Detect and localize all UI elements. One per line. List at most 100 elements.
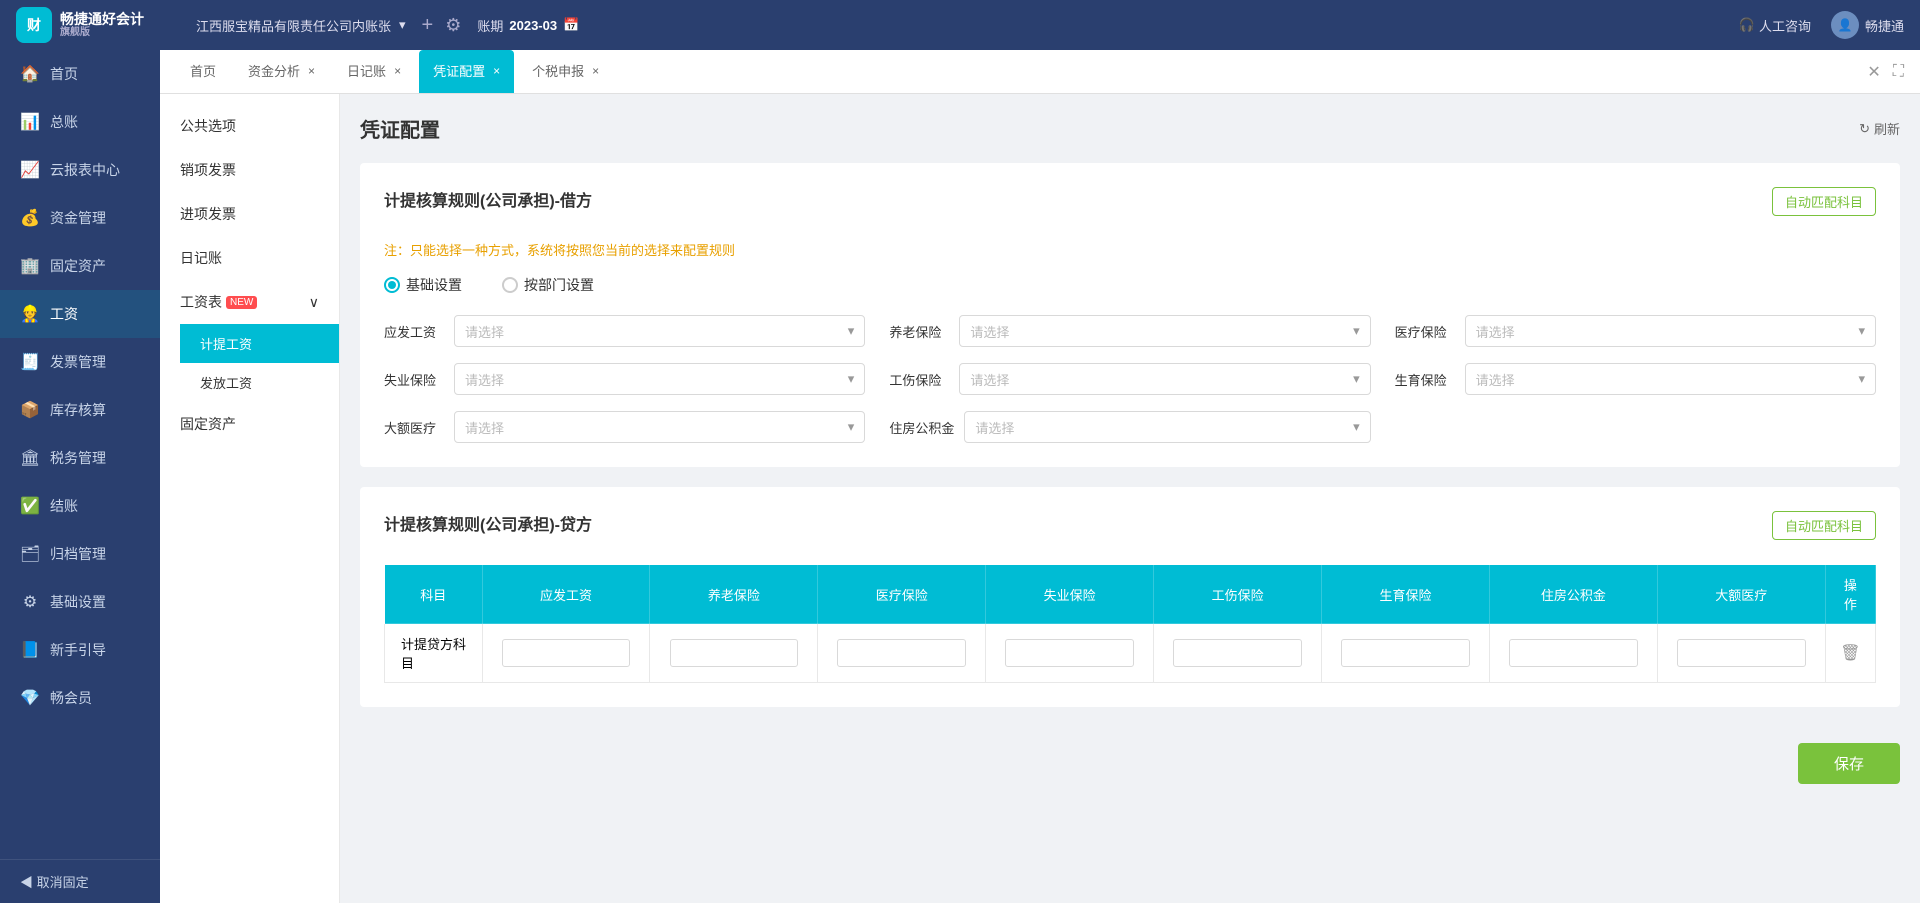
- sidebar-item-home[interactable]: 🏠 首页: [0, 50, 160, 98]
- input-work-injury[interactable]: [1173, 639, 1302, 667]
- period-value: 2023-03: [509, 18, 557, 33]
- radio-group: 基础设置 按部门设置: [384, 275, 1876, 295]
- th-housing-fund: 住房公积金: [1489, 565, 1657, 624]
- td-row-label: 计提贷方科目: [385, 624, 483, 683]
- guide-icon: 📘: [20, 640, 40, 660]
- delete-row-icon[interactable]: 🗑: [1840, 645, 1860, 662]
- left-menu-public[interactable]: 公共选项: [160, 104, 339, 148]
- field-medical-select[interactable]: 请选择 ▾: [1465, 315, 1876, 347]
- field-housing-fund-label: 住房公积金: [889, 418, 954, 437]
- period-selector[interactable]: 账期 2023-03 📅: [477, 16, 579, 35]
- left-menu-purchase-invoice[interactable]: 进项发票: [160, 192, 339, 236]
- field-base-salary-select[interactable]: 请选择 ▾: [454, 315, 865, 347]
- field-work-injury-select[interactable]: 请选择 ▾: [959, 363, 1370, 395]
- sidebar-item-invoice[interactable]: 🧾 发票管理: [0, 338, 160, 386]
- input-unemployment[interactable]: [1005, 639, 1134, 667]
- tab-home[interactable]: 首页: [176, 50, 230, 93]
- sidebar-item-assets[interactable]: 🏢 固定资产: [0, 242, 160, 290]
- sidebar-item-vip[interactable]: 💎 畅会员: [0, 674, 160, 722]
- tab-journal-close[interactable]: ×: [394, 64, 401, 78]
- td-base-salary-input: [482, 624, 650, 683]
- save-button[interactable]: 保存: [1798, 743, 1900, 784]
- field-maternity-select[interactable]: 请选择 ▾: [1465, 363, 1876, 395]
- refresh-button[interactable]: ↻ 刷新: [1859, 119, 1900, 138]
- field-unemployment-select[interactable]: 请选择 ▾: [454, 363, 865, 395]
- tab-expand-icon[interactable]: ⛶: [1893, 63, 1904, 81]
- field-housing-fund-placeholder: 请选择: [975, 418, 1014, 437]
- credit-auto-match-button[interactable]: 自动匹配科目: [1772, 511, 1876, 540]
- radio-basic[interactable]: 基础设置: [384, 275, 462, 295]
- radio-department[interactable]: 按部门设置: [502, 275, 594, 295]
- user-menu[interactable]: 👤 畅捷通: [1831, 11, 1904, 39]
- tab-journal[interactable]: 日记账 ×: [333, 50, 415, 93]
- sidebar-label-settings: 基础设置: [50, 592, 106, 612]
- company-name: 江西服宝精品有限责任公司内账张: [196, 16, 391, 35]
- field-housing-fund-select[interactable]: 请选择 ▾: [964, 411, 1370, 443]
- company-selector[interactable]: 江西服宝精品有限责任公司内账张 ▾: [196, 16, 406, 35]
- sidebar-item-inventory[interactable]: 📦 库存核算: [0, 386, 160, 434]
- input-maternity[interactable]: [1341, 639, 1470, 667]
- field-pension: 养老保险 请选择 ▾: [889, 315, 1370, 347]
- tab-close-all-icon[interactable]: ✕: [1867, 62, 1880, 82]
- tab-voucher-config-close[interactable]: ×: [493, 64, 500, 78]
- field-base-salary: 应发工资 请选择 ▾: [384, 315, 865, 347]
- debit-form-grid: 应发工资 请选择 ▾ 养老保险 请选择 ▾: [384, 315, 1876, 443]
- payroll-icon: 👷: [20, 304, 40, 324]
- field-pension-select[interactable]: 请选择 ▾: [959, 315, 1370, 347]
- tab-bar-actions: ✕ ⛶: [1867, 62, 1904, 82]
- sidebar-label-assets: 固定资产: [50, 256, 106, 276]
- sidebar-item-closing[interactable]: ✅ 结账: [0, 482, 160, 530]
- logo-icon: 财: [16, 7, 52, 43]
- credit-table: 科目 应发工资 养老保险 医疗保险 失业保险 工伤保险 生育保险 住房公积金 大…: [384, 564, 1876, 683]
- tab-voucher-config[interactable]: 凭证配置 ×: [419, 50, 514, 93]
- left-menu-sales-invoice[interactable]: 销项发票: [160, 148, 339, 192]
- select-arrow-housing-icon: ▾: [1353, 419, 1360, 435]
- add-button[interactable]: +: [422, 14, 434, 37]
- sidebar-item-tax[interactable]: 🏛 税务管理: [0, 434, 160, 482]
- left-menu-public-label: 公共选项: [180, 118, 236, 134]
- debit-section-title: 计提核算规则(公司承担)-借方: [384, 187, 592, 211]
- input-major-medical[interactable]: [1677, 639, 1806, 667]
- th-maternity: 生育保险: [1322, 565, 1490, 624]
- left-menu-payroll-issue[interactable]: 发放工资: [180, 363, 339, 402]
- cancel-fixed-button[interactable]: ◀ 取消固定: [0, 859, 160, 903]
- input-base-salary[interactable]: [502, 639, 631, 667]
- input-pension[interactable]: [670, 639, 799, 667]
- sidebar-item-payroll[interactable]: 👷 工资: [0, 290, 160, 338]
- consult-label: 人工咨询: [1759, 16, 1811, 35]
- select-arrow-major-medical-icon: ▾: [848, 419, 855, 435]
- payroll-chevron-icon: ∨: [309, 294, 319, 311]
- td-housing-input: [1489, 624, 1657, 683]
- debit-auto-match-button[interactable]: 自动匹配科目: [1772, 187, 1876, 216]
- sidebar-label-vip: 畅会员: [50, 688, 92, 708]
- sidebar-item-settings[interactable]: ⚙ 基础设置: [0, 578, 160, 626]
- consult-button[interactable]: 🎧 人工咨询: [1739, 16, 1811, 35]
- sidebar-item-ledger[interactable]: 📊 总账: [0, 98, 160, 146]
- input-housing[interactable]: [1509, 639, 1638, 667]
- tab-individual-tax[interactable]: 个税申报 ×: [518, 50, 613, 93]
- field-major-medical-select[interactable]: 请选择 ▾: [454, 411, 865, 443]
- field-major-medical: 大额医疗 请选择 ▾: [384, 411, 865, 443]
- sidebar-item-funds[interactable]: 💰 资金管理: [0, 194, 160, 242]
- input-medical[interactable]: [837, 639, 966, 667]
- tab-fund-analysis-close[interactable]: ×: [308, 64, 315, 78]
- left-menu-payroll-group[interactable]: 工资表 NEW ∨: [160, 280, 339, 324]
- sidebar-item-reports[interactable]: 📈 云报表中心: [0, 146, 160, 194]
- tab-individual-tax-close[interactable]: ×: [592, 64, 599, 78]
- left-menu-journal[interactable]: 日记账: [160, 236, 339, 280]
- page-title: 凭证配置: [360, 114, 440, 143]
- settings-button[interactable]: ⚙: [445, 15, 461, 36]
- main-layout: 🏠 首页 📊 总账 📈 云报表中心 💰 资金管理 🏢 固定资产 👷 工资 🧾 发…: [0, 50, 1920, 903]
- left-menu-fixed-assets[interactable]: 固定资产: [160, 402, 339, 446]
- sidebar-label-payroll: 工资: [50, 304, 78, 324]
- sidebar: 🏠 首页 📊 总账 📈 云报表中心 💰 资金管理 🏢 固定资产 👷 工资 🧾 发…: [0, 50, 160, 903]
- field-maternity-placeholder: 请选择: [1476, 370, 1515, 389]
- calendar-icon[interactable]: 📅: [563, 17, 579, 33]
- left-menu-accrual[interactable]: 计提工资: [180, 324, 339, 363]
- sidebar-item-archive[interactable]: 🗂 归档管理: [0, 530, 160, 578]
- content-area: 首页 资金分析 × 日记账 × 凭证配置 × 个税申报 × ✕ ⛶: [160, 50, 1920, 903]
- save-bar: 保存: [360, 727, 1900, 788]
- field-medical-label: 医疗保险: [1395, 322, 1455, 341]
- sidebar-item-guide[interactable]: 📘 新手引导: [0, 626, 160, 674]
- tab-fund-analysis[interactable]: 资金分析 ×: [234, 50, 329, 93]
